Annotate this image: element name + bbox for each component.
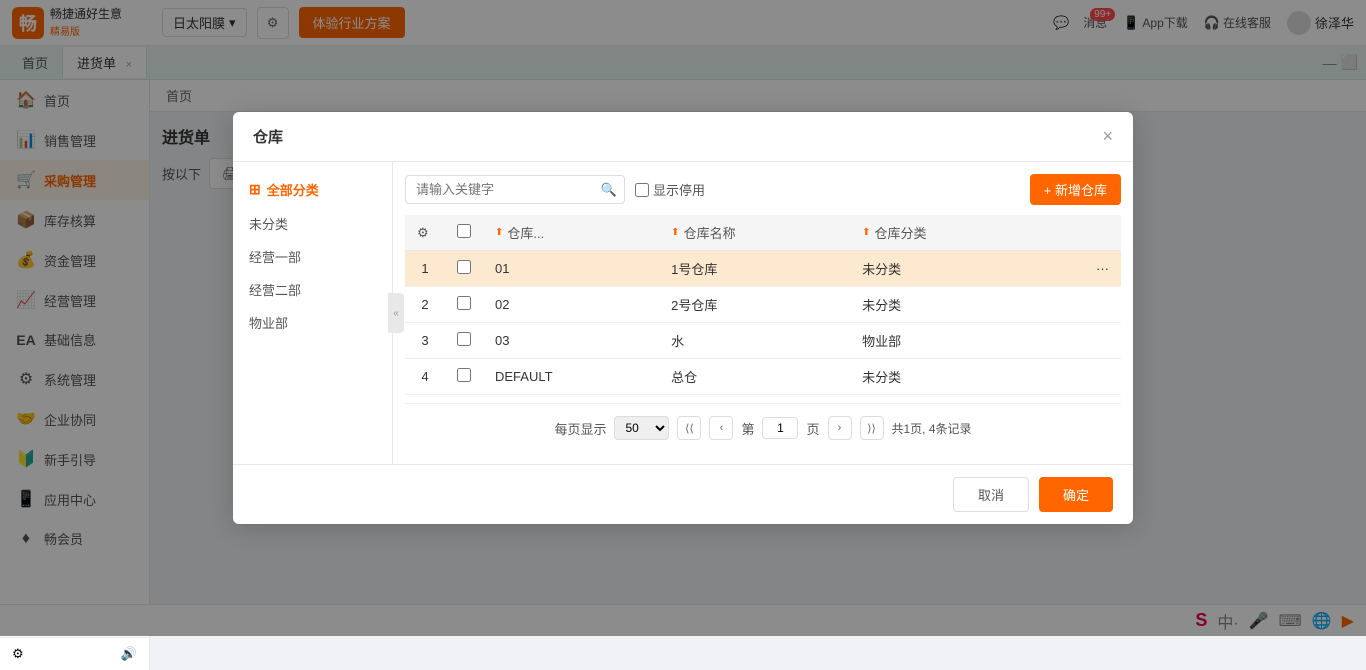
first-page-button[interactable]: ⟨⟨ [677, 416, 701, 440]
category-all-label: 全部分类 [267, 180, 319, 199]
category-panel: ⊞ 全部分类 未分类 经营一部 经营二部 物业部 « [233, 162, 393, 464]
row-check [445, 359, 483, 395]
sidebar-bottom: ⚙ 🔊 [0, 637, 149, 670]
row-checkbox-4[interactable] [457, 368, 471, 382]
sort-icon-name: ⬆ [671, 227, 679, 238]
prev-page-button[interactable]: ‹ [709, 416, 733, 440]
row-more[interactable] [1041, 323, 1121, 359]
row-num: 3 [405, 323, 445, 359]
sort-icon-code: ⬆ [495, 227, 503, 238]
th-category: ⬆ 仓库分类 [850, 215, 1041, 251]
search-input-wrap: 🔍 [405, 175, 625, 204]
row-name: 水 [659, 323, 850, 359]
show-disabled-label: 显示停用 [635, 180, 705, 199]
modal-body: ⊞ 全部分类 未分类 经营一部 经营二部 物业部 « [233, 162, 1133, 464]
cancel-button[interactable]: 取消 [953, 477, 1029, 512]
pagination: 每页显示 50 10 20 100 ⟨⟨ ‹ 第 页 › [405, 403, 1121, 452]
table-row[interactable]: 2 02 2号仓库 未分类 [405, 287, 1121, 323]
category-item-unclassified[interactable]: 未分类 [233, 207, 392, 240]
row-code: 03 [483, 323, 659, 359]
row-name: 2号仓库 [659, 287, 850, 323]
sort-icon-category: ⬆ [862, 227, 870, 238]
row-num: 1 [405, 251, 445, 287]
row-category: 未分类 [850, 287, 1041, 323]
search-input[interactable] [405, 175, 625, 204]
category-all[interactable]: ⊞ 全部分类 [233, 172, 392, 207]
settings-bottom-icon[interactable]: ⚙ [12, 646, 24, 662]
select-all-checkbox[interactable] [457, 224, 471, 238]
per-page-select[interactable]: 50 10 20 100 [614, 416, 669, 440]
show-disabled-checkbox[interactable] [635, 183, 649, 197]
add-warehouse-button[interactable]: + 新增仓库 [1030, 174, 1121, 205]
search-icon[interactable]: 🔍 [601, 182, 617, 198]
last-page-button[interactable]: ⟩⟩ [860, 416, 884, 440]
category-item-property[interactable]: 物业部 [233, 306, 392, 339]
row-check [445, 287, 483, 323]
category-item-dept1[interactable]: 经营一部 [233, 240, 392, 273]
row-code: 01 [483, 251, 659, 287]
table-container: ⚙ ⬆ 仓库... [405, 215, 1121, 395]
row-name: 总仓 [659, 359, 850, 395]
gear-column-icon: ⚙ [417, 225, 429, 240]
table-body: 1 01 1号仓库 未分类 ··· 2 [405, 251, 1121, 395]
modal-title: 仓库 [253, 126, 283, 147]
row-category: 物业部 [850, 323, 1041, 359]
modal-footer: 取消 确定 [233, 464, 1133, 524]
warehouse-table: ⚙ ⬆ 仓库... [405, 215, 1121, 395]
row-checkbox-3[interactable] [457, 332, 471, 346]
row-name: 1号仓库 [659, 251, 850, 287]
content-panel: 🔍 显示停用 + 新增仓库 ⚙ [393, 162, 1133, 464]
table-row[interactable]: 4 DEFAULT 总仓 未分类 [405, 359, 1121, 395]
th-name: ⬆ 仓库名称 [659, 215, 850, 251]
th-gear: ⚙ [405, 215, 445, 251]
row-code: 02 [483, 287, 659, 323]
th-code: ⬆ 仓库... [483, 215, 659, 251]
th-check [445, 215, 483, 251]
row-num: 4 [405, 359, 445, 395]
row-more[interactable] [1041, 359, 1121, 395]
row-checkbox-2[interactable] [457, 296, 471, 310]
table-row[interactable]: 3 03 水 物业部 [405, 323, 1121, 359]
page-number-input[interactable] [762, 417, 798, 439]
row-more[interactable] [1041, 287, 1121, 323]
row-category: 未分类 [850, 251, 1041, 287]
volume-icon[interactable]: 🔊 [121, 646, 137, 662]
category-item-dept2[interactable]: 经营二部 [233, 273, 392, 306]
modal-header: 仓库 × [233, 112, 1133, 162]
warehouse-modal: 仓库 × ⊞ 全部分类 未分类 经营一部 经营二部 物业部 « [233, 112, 1133, 524]
table-row[interactable]: 1 01 1号仓库 未分类 ··· [405, 251, 1121, 287]
page-prefix-label: 第 [741, 419, 754, 438]
row-num: 2 [405, 287, 445, 323]
th-actions [1041, 215, 1121, 251]
row-checkbox-1[interactable] [457, 260, 471, 274]
next-page-button[interactable]: › [828, 416, 852, 440]
modal-close-button[interactable]: × [1102, 126, 1113, 147]
confirm-button[interactable]: 确定 [1039, 477, 1113, 512]
per-page-label: 每页显示 [554, 419, 606, 438]
page-suffix-label: 页 [806, 419, 819, 438]
row-check [445, 251, 483, 287]
row-more[interactable]: ··· [1041, 251, 1121, 287]
page-total-info: 共1页, 4条记录 [892, 420, 972, 437]
collapse-panel-button[interactable]: « [388, 293, 404, 333]
row-category: 未分类 [850, 359, 1041, 395]
table-header: ⚙ ⬆ 仓库... [405, 215, 1121, 251]
grid-icon: ⊞ [249, 181, 261, 198]
row-code: DEFAULT [483, 359, 659, 395]
search-bar: 🔍 显示停用 + 新增仓库 [405, 174, 1121, 205]
row-check [445, 323, 483, 359]
